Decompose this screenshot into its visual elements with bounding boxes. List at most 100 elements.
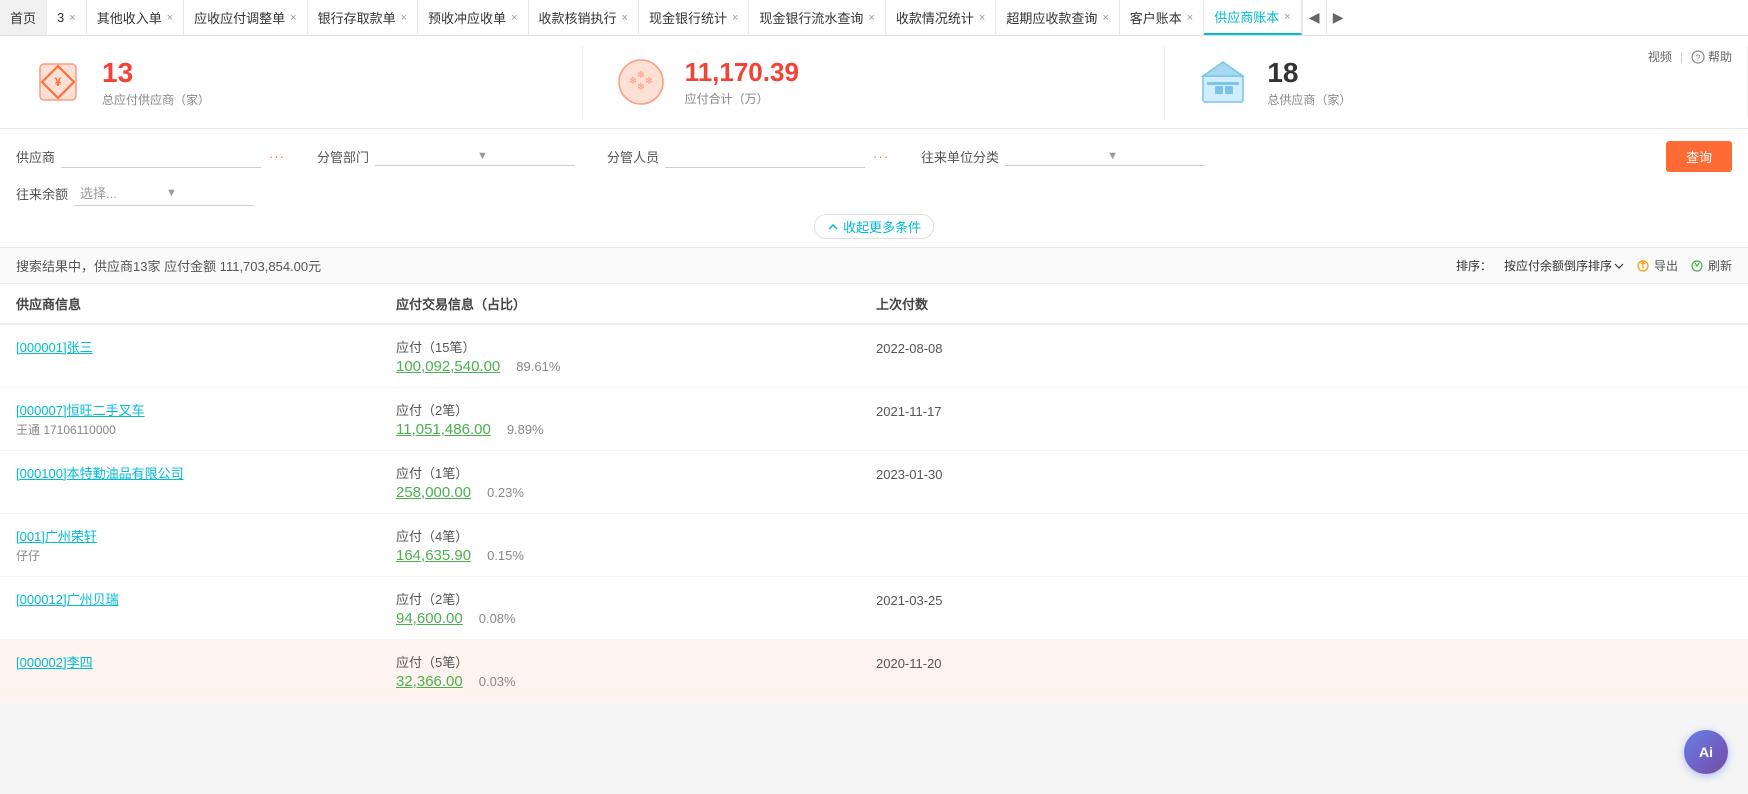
nav-tab-receipt-stat[interactable]: 收款情况统计 × [886, 0, 996, 35]
nav-tab-bank-deposit[interactable]: 银行存取款单 × [308, 0, 418, 35]
table-row: [001]广州荣轩 仔仔 应付（4笔） 164,635.90 0.15% [0, 514, 1748, 577]
table-row: [000012]广州贝瑞 应付（2笔） 94,600.00 0.08% 2021… [0, 577, 1748, 640]
close-tab-receipt-stat[interactable]: × [979, 12, 985, 24]
tx-percent-4: 0.15% [487, 548, 524, 563]
close-tab-overdue-query[interactable]: × [1102, 12, 1108, 24]
help-link[interactable]: ? 帮助 [1691, 48, 1732, 65]
close-tab-supplier-account[interactable]: × [1284, 11, 1290, 23]
supplier-filter-label: 供应商 [16, 147, 55, 166]
nav-tab-other-income[interactable]: 其他收入单 × [87, 0, 184, 35]
sort-selector[interactable]: 按应付余额倒序排序 [1504, 257, 1624, 274]
person-expand-btn[interactable]: ··· [873, 149, 889, 164]
help-icon: ? [1691, 50, 1705, 64]
nav-tab-cash-bank-stat[interactable]: 现金银行统计 × [639, 0, 749, 35]
close-tab-advance-writeoff[interactable]: × [511, 12, 517, 24]
category-select[interactable]: ▼ [1005, 147, 1205, 166]
export-button[interactable]: 导出 [1636, 257, 1678, 274]
supplier-expand-btn[interactable]: ··· [269, 149, 285, 164]
cell-supplier-5: [000012]广州贝瑞 [16, 589, 396, 608]
suppliers-icon: ¥ [30, 54, 86, 110]
nav-tab-3-label: 3 [57, 10, 64, 25]
cell-lastpay-2: 2021-11-17 [876, 400, 1732, 419]
nav-tab-advance-writeoff[interactable]: 预收冲应收单 × [418, 0, 528, 35]
nav-tab-receipt-verify[interactable]: 收款核销执行 × [529, 0, 639, 35]
tx-amount-3[interactable]: 258,000.00 [396, 484, 471, 501]
tx-amount-5[interactable]: 94,600.00 [396, 610, 463, 627]
nav-tab-cash-bank-stat-label: 现金银行统计 [649, 8, 727, 27]
nav-tab-home-label: 首页 [10, 8, 36, 27]
col-header-supplier: 供应商信息 [16, 294, 396, 313]
nav-tab-cash-bank-flow[interactable]: 现金银行流水查询 × [749, 0, 885, 35]
nav-tab-other-income-label: 其他收入单 [97, 8, 162, 27]
nav-tab-overdue-query-label: 超期应收款查询 [1006, 8, 1097, 27]
nav-tab-supplier-account[interactable]: 供应商账本 × [1204, 0, 1301, 35]
data-table: 供应商信息 应付交易信息（占比） 上次付数 [000001]张三 应付（15笔）… [0, 284, 1748, 703]
ai-assistant-badge[interactable]: Ai [1684, 730, 1728, 774]
summary-bar: ¥ 13 总应付供应商（家） ❄ ❄ ❄ ❄ 11,170.39 [0, 36, 1748, 129]
balance-select[interactable]: 选择... ▼ [74, 180, 254, 206]
close-tab-receipt-verify[interactable]: × [622, 12, 628, 24]
cell-transaction-2: 应付（2笔） 11,051,486.00 9.89% [396, 400, 876, 438]
sort-label: 排序： [1456, 257, 1492, 274]
svg-text:❄: ❄ [644, 76, 652, 87]
refresh-button[interactable]: 刷新 [1690, 257, 1732, 274]
balance-filter-label: 往来余额 [16, 184, 68, 203]
sort-chevron-icon [1614, 261, 1624, 271]
tx-amount-1[interactable]: 100,092,540.00 [396, 358, 500, 375]
supplier-link-4[interactable]: [001]广州荣轩 [16, 526, 396, 545]
tx-label-3: 应付（1笔） [396, 463, 876, 482]
nav-tab-home[interactable]: 首页 [0, 0, 47, 35]
nav-prev-arrow[interactable]: ◀ [1302, 0, 1326, 35]
dept-select[interactable]: ▼ [375, 147, 575, 166]
close-tab-cash-bank-stat[interactable]: × [732, 12, 738, 24]
filter-row-1: 供应商 ··· 分管部门 ▼ 分管人员 ··· 往来单位分类 [16, 141, 1732, 172]
nav-tab-customer-account-label: 客户账本 [1130, 8, 1182, 27]
close-tab-cash-bank-flow[interactable]: × [868, 12, 874, 24]
cell-supplier-2: [000007]恒旺二手叉车 王通 17106110000 [16, 400, 396, 438]
supplier-link-6[interactable]: [000002]李四 [16, 652, 396, 671]
category-dropdown-arrow: ▼ [1107, 150, 1199, 162]
nav-tab-receipt-verify-label: 收款核销执行 [539, 8, 617, 27]
nav-tab-3[interactable]: 3 × [47, 0, 87, 35]
person-input[interactable] [665, 146, 865, 168]
close-tab-3[interactable]: × [69, 12, 75, 24]
close-tab-other-income[interactable]: × [167, 12, 173, 24]
content-area: 供应商信息 应付交易信息（占比） 上次付数 [000001]张三 应付（15笔）… [0, 284, 1748, 794]
nav-tab-overdue-query[interactable]: 超期应收款查询 × [996, 0, 1119, 35]
tx-row-2: 11,051,486.00 9.89% [396, 419, 876, 438]
close-tab-customer-account[interactable]: × [1187, 12, 1193, 24]
svg-text:?: ? [1695, 53, 1700, 63]
search-button[interactable]: 查询 [1666, 141, 1732, 172]
tx-amount-6[interactable]: 32,366.00 [396, 673, 463, 690]
cell-lastpay-1: 2022-08-08 [876, 337, 1732, 356]
tx-row-4: 164,635.90 0.15% [396, 545, 876, 564]
close-tab-ap-adjustment[interactable]: × [290, 12, 296, 24]
nav-next-arrow[interactable]: ▶ [1326, 0, 1350, 35]
balance-dropdown-arrow: ▼ [166, 187, 248, 199]
cell-lastpay-4 [876, 526, 1732, 530]
collapse-button[interactable]: 收起更多条件 [814, 214, 934, 239]
close-tab-bank-deposit[interactable]: × [401, 12, 407, 24]
supplier-link-1[interactable]: [000001]张三 [16, 337, 396, 356]
tx-amount-2[interactable]: 11,051,486.00 [396, 421, 491, 438]
page-container: 首页 3 × 其他收入单 × 应收应付调整单 × 银行存取款单 × 预收冲应收单… [0, 0, 1748, 794]
chevron-up-icon [827, 221, 839, 233]
nav-tab-customer-account[interactable]: 客户账本 × [1120, 0, 1204, 35]
tx-percent-6: 0.03% [479, 674, 516, 689]
nav-tab-bank-deposit-label: 银行存取款单 [318, 8, 396, 27]
supplier-link-2[interactable]: [000007]恒旺二手叉车 [16, 400, 396, 419]
category-filter-label: 往来单位分类 [921, 147, 999, 166]
cell-transaction-1: 应付（15笔） 100,092,540.00 89.61% [396, 337, 876, 375]
tx-percent-3: 0.23% [487, 485, 524, 500]
filter-balance: 往来余额 选择... ▼ [16, 180, 254, 206]
supplier-input[interactable] [61, 146, 261, 168]
summary-card1-number: 13 [102, 56, 552, 90]
summary-card-suppliers: ¥ 13 总应付供应商（家） [0, 46, 583, 118]
video-link[interactable]: 视频 [1648, 48, 1672, 65]
supplier-link-3[interactable]: [000100]本特勤油品有限公司 [16, 463, 396, 482]
nav-tab-ap-adjustment[interactable]: 应收应付调整单 × [184, 0, 307, 35]
supplier-link-5[interactable]: [000012]广州贝瑞 [16, 589, 396, 608]
tx-amount-4[interactable]: 164,635.90 [396, 547, 471, 564]
svg-text:❄: ❄ [628, 76, 636, 87]
tx-row-6: 32,366.00 0.03% [396, 671, 876, 690]
